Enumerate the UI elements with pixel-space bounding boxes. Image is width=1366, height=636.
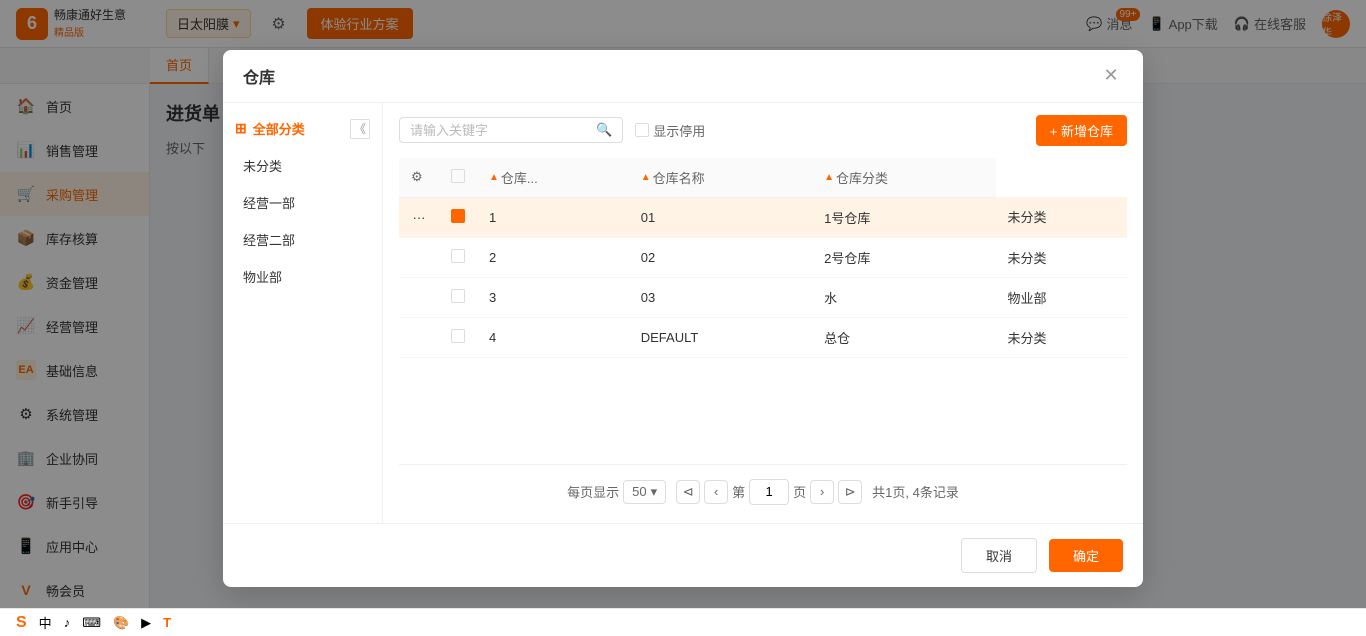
row-category: 未分类 xyxy=(996,237,1127,277)
total-label: 共1页, 4条记录 xyxy=(872,482,959,501)
page-size-selector: 每页显示 50 ▾ xyxy=(567,480,666,504)
next-page-button[interactable]: › xyxy=(810,480,834,504)
modal-close-button[interactable]: ✕ xyxy=(1099,64,1123,88)
row-check[interactable] xyxy=(439,277,477,317)
warehouse-modal: 仓库 ✕ ⊞ 全部分类 《 未分类 经营一部 经营二部 物业部 xyxy=(223,50,1143,587)
category-header: ⊞ 全部分类 《 xyxy=(223,111,382,147)
per-page-select[interactable]: 50 ▾ xyxy=(623,480,666,504)
modal-header: 仓库 ✕ xyxy=(223,50,1143,103)
warehouse-table: ⚙ ▲ 仓库... xyxy=(399,158,1127,358)
page-input[interactable] xyxy=(749,479,789,505)
row-check[interactable] xyxy=(439,237,477,277)
last-page-button[interactable]: ⊳ xyxy=(838,480,862,504)
row-code: 01 xyxy=(629,197,812,237)
statusbar-paint[interactable]: 🎨 xyxy=(113,615,129,631)
table-row[interactable]: 2 02 2号仓库 未分类 xyxy=(399,237,1127,277)
table-row[interactable]: ··· 1 01 1号仓库 未分类 xyxy=(399,197,1127,237)
grid-icon: ⊞ xyxy=(235,120,247,137)
row-num: 1 xyxy=(477,197,629,237)
row-category: 未分类 xyxy=(996,317,1127,357)
row-code: DEFAULT xyxy=(629,317,812,357)
row-warehouse-name: 水 xyxy=(812,277,995,317)
table-row[interactable]: 4 DEFAULT 总仓 未分类 xyxy=(399,317,1127,357)
row-num: 3 xyxy=(477,277,629,317)
collapse-button[interactable]: 《 xyxy=(350,119,370,139)
row-gear xyxy=(399,317,439,357)
gear-icon: ⚙ xyxy=(411,169,423,184)
category-item-operations1[interactable]: 经营一部 xyxy=(223,184,382,221)
row-warehouse-name: 1号仓库 xyxy=(812,197,995,237)
chevron-icon: ▾ xyxy=(651,484,658,500)
page-label: 第 xyxy=(732,482,745,501)
sort-icon2: ▲ xyxy=(641,172,651,183)
category-item-property[interactable]: 物业部 xyxy=(223,258,382,295)
category-sidebar: ⊞ 全部分类 《 未分类 经营一部 经营二部 物业部 xyxy=(223,103,383,523)
pagination: 每页显示 50 ▾ ⊲ ‹ 第 页 › ⊳ xyxy=(399,464,1127,511)
statusbar-play[interactable]: ▶ xyxy=(141,615,151,631)
sort-icon: ▲ xyxy=(489,172,499,183)
col-name: ▲ 仓库名称 xyxy=(629,158,812,198)
row-code: 03 xyxy=(629,277,812,317)
col-category: ▲ 仓库分类 xyxy=(812,158,995,198)
row-category: 物业部 xyxy=(996,277,1127,317)
per-page-label: 每页显示 xyxy=(567,482,619,501)
row-num: 2 xyxy=(477,237,629,277)
modal-toolbar-left: 🔍 显示停用 xyxy=(399,117,705,143)
category-title: ⊞ 全部分类 xyxy=(235,119,305,138)
page-navigation: ⊲ ‹ 第 页 › ⊳ xyxy=(676,479,862,505)
select-all-checkbox[interactable] xyxy=(451,169,465,183)
statusbar-logo: S xyxy=(16,614,27,632)
category-item-operations2[interactable]: 经营二部 xyxy=(223,221,382,258)
disabled-checkbox[interactable] xyxy=(635,123,649,137)
sort-icon3: ▲ xyxy=(824,172,834,183)
category-item-unclassified[interactable]: 未分类 xyxy=(223,147,382,184)
statusbar: S 中 ♪ ⌨ 🎨 ▶ T xyxy=(0,608,1366,636)
row-category: 未分类 xyxy=(996,197,1127,237)
modal-body: ⊞ 全部分类 《 未分类 经营一部 经营二部 物业部 🔍 xyxy=(223,103,1143,523)
modal-footer: 取消 确定 xyxy=(223,523,1143,587)
prev-page-button[interactable]: ‹ xyxy=(704,480,728,504)
col-code: ▲ 仓库... xyxy=(477,158,629,198)
row-gear: ··· xyxy=(399,197,439,237)
confirm-button[interactable]: 确定 xyxy=(1049,539,1123,572)
search-icon[interactable]: 🔍 xyxy=(596,122,612,138)
row-warehouse-name: 总仓 xyxy=(812,317,995,357)
row-gear xyxy=(399,277,439,317)
row-num: 4 xyxy=(477,317,629,357)
col-gear: ⚙ xyxy=(399,158,439,198)
modal-toolbar: 🔍 显示停用 + 新增仓库 xyxy=(399,115,1127,146)
col-check xyxy=(439,158,477,198)
modal-overlay: 仓库 ✕ ⊞ 全部分类 《 未分类 经营一部 经营二部 物业部 xyxy=(0,0,1366,636)
statusbar-sound[interactable]: ♪ xyxy=(64,615,71,630)
search-input[interactable] xyxy=(410,123,590,138)
row-check[interactable] xyxy=(439,197,477,237)
row-warehouse-name: 2号仓库 xyxy=(812,237,995,277)
statusbar-s-icon: S xyxy=(16,614,27,632)
first-page-button[interactable]: ⊲ xyxy=(676,480,700,504)
search-box: 🔍 xyxy=(399,117,623,143)
cancel-button[interactable]: 取消 xyxy=(961,538,1037,573)
add-warehouse-button[interactable]: + 新增仓库 xyxy=(1036,115,1127,146)
statusbar-text[interactable]: T xyxy=(163,615,171,630)
show-disabled-checkbox[interactable]: 显示停用 xyxy=(635,121,705,140)
table-row[interactable]: 3 03 水 物业部 xyxy=(399,277,1127,317)
statusbar-keyboard[interactable]: ⌨ xyxy=(82,615,101,631)
page-unit: 页 xyxy=(793,482,806,501)
statusbar-lang[interactable]: 中 xyxy=(39,613,52,632)
show-disabled-label: 显示停用 xyxy=(653,121,705,140)
row-gear xyxy=(399,237,439,277)
row-code: 02 xyxy=(629,237,812,277)
modal-content-area: 🔍 显示停用 + 新增仓库 ⚙ xyxy=(383,103,1143,523)
modal-title: 仓库 xyxy=(243,64,275,88)
per-page-value: 50 xyxy=(632,484,646,499)
row-check[interactable] xyxy=(439,317,477,357)
